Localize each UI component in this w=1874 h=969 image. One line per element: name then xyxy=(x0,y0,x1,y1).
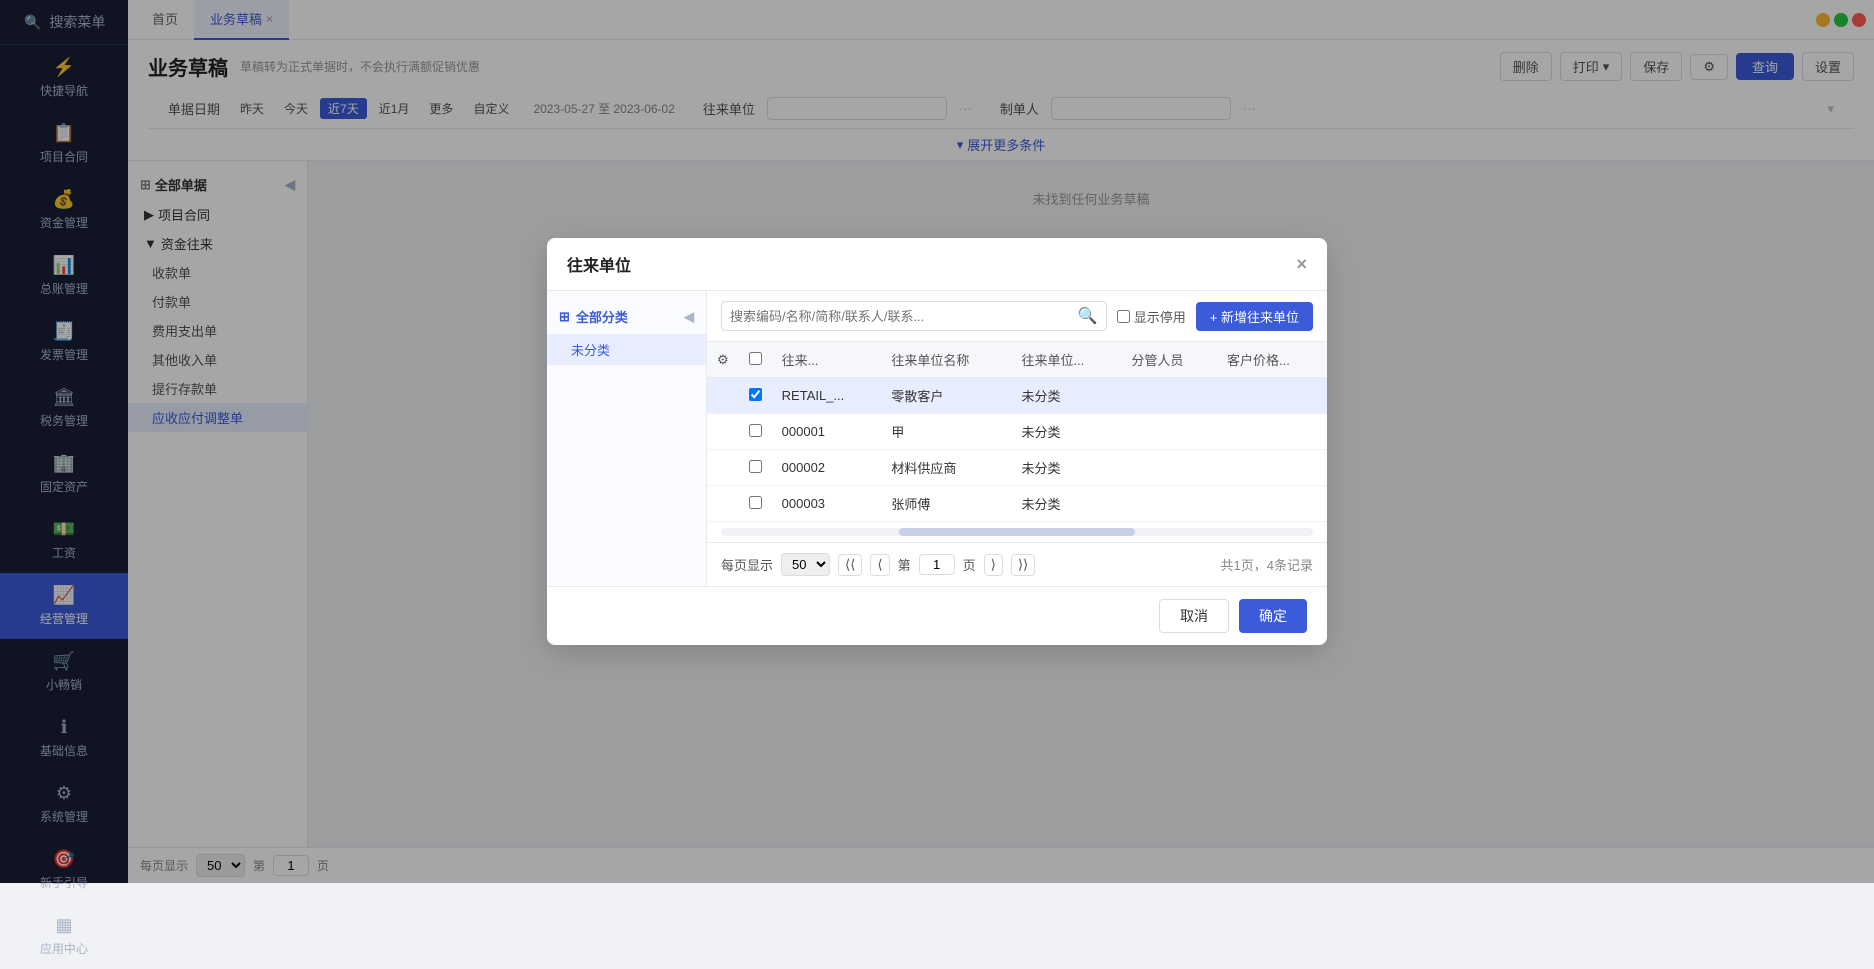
total-info: 共1页，4条记录 xyxy=(1221,555,1313,574)
modal-body: ⊞ 全部分类 ◀ 未分类 🔍 显示停用 xyxy=(547,291,1327,586)
th-settings: ⚙ xyxy=(707,342,739,378)
modal-left-panel: ⊞ 全部分类 ◀ 未分类 xyxy=(547,291,707,586)
row-checkbox[interactable] xyxy=(739,450,772,486)
table-header: ⚙ 往来... 往来单位名称 往来单位... 分管人员 客户价格... xyxy=(707,342,1327,378)
show-disabled-label: 显示停用 xyxy=(1134,307,1186,326)
all-categories-label: 全部分类 xyxy=(576,307,628,326)
select-all-checkbox[interactable] xyxy=(749,352,762,365)
row-name: 张师傅 xyxy=(881,486,1011,522)
partner-modal: 往来单位 × ⊞ 全部分类 ◀ 未分类 🔍 xyxy=(547,238,1327,645)
horizontal-scrollbar[interactable] xyxy=(721,528,1313,536)
row-manager xyxy=(1121,450,1217,486)
th-name[interactable]: 往来单位名称 xyxy=(881,342,1011,378)
modal-overlay: 往来单位 × ⊞ 全部分类 ◀ 未分类 🔍 xyxy=(0,0,1874,883)
row-code: 000001 xyxy=(772,414,882,450)
modal-toolbar: 🔍 显示停用 + 新增往来单位 xyxy=(707,291,1327,342)
row-price xyxy=(1217,486,1327,522)
modal-right-panel: 🔍 显示停用 + 新增往来单位 ⚙ xyxy=(707,291,1327,586)
row-price xyxy=(1217,378,1327,414)
sidebar-item-app-center[interactable]: ▦ 应用中心 xyxy=(0,903,128,969)
th-checkbox xyxy=(739,342,772,378)
partner-table: ⚙ 往来... 往来单位名称 往来单位... 分管人员 客户价格... xyxy=(707,342,1327,522)
scrollbar-thumb xyxy=(899,528,1136,536)
row-name: 材料供应商 xyxy=(881,450,1011,486)
next-page-button[interactable]: ⟩ xyxy=(984,554,1003,576)
show-disabled-toggle[interactable]: 显示停用 xyxy=(1117,307,1186,326)
row-category: 未分类 xyxy=(1011,378,1121,414)
table-row[interactable]: 000002 材料供应商 未分类 xyxy=(707,450,1327,486)
row-category: 未分类 xyxy=(1011,486,1121,522)
table-body: RETAIL_... 零散客户 未分类 000001 甲 xyxy=(707,378,1327,522)
page-label: 第 xyxy=(898,555,911,574)
modal-search-input[interactable] xyxy=(730,309,1072,324)
row-settings xyxy=(707,450,739,486)
page-suffix: 页 xyxy=(963,555,976,574)
all-categories-header[interactable]: ⊞ 全部分类 ◀ xyxy=(547,299,706,334)
modal-table-wrap: ⚙ 往来... 往来单位名称 往来单位... 分管人员 客户价格... xyxy=(707,342,1327,522)
page-size-label: 每页显示 xyxy=(721,555,773,574)
modal-title: 往来单位 xyxy=(567,252,631,276)
sidebar-item-label: 应用中心 xyxy=(40,940,88,957)
row-manager xyxy=(1121,378,1217,414)
th-category[interactable]: 往来单位... xyxy=(1011,342,1121,378)
modal-close-button[interactable]: × xyxy=(1296,254,1307,275)
row-price xyxy=(1217,450,1327,486)
page-number-input[interactable] xyxy=(919,554,955,575)
search-icon-modal: 🔍 xyxy=(1078,306,1098,326)
table-row[interactable]: 000001 甲 未分类 xyxy=(707,414,1327,450)
row-checkbox[interactable] xyxy=(739,486,772,522)
last-page-button[interactable]: ⟩⟩ xyxy=(1011,554,1035,576)
first-page-button[interactable]: ⟨⟨ xyxy=(838,554,862,576)
row-settings xyxy=(707,486,739,522)
modal-search-box: 🔍 xyxy=(721,301,1107,331)
row-code: 000002 xyxy=(772,450,882,486)
th-code[interactable]: 往来... xyxy=(772,342,882,378)
page-size-select[interactable]: 50 xyxy=(781,553,830,576)
row-checkbox[interactable] xyxy=(739,378,772,414)
row-settings xyxy=(707,378,739,414)
table-row[interactable]: 000003 张师傅 未分类 xyxy=(707,486,1327,522)
add-partner-button[interactable]: + 新增往来单位 xyxy=(1196,302,1313,331)
row-code: 000003 xyxy=(772,486,882,522)
row-price xyxy=(1217,414,1327,450)
prev-page-button[interactable]: ⟨ xyxy=(870,554,889,576)
left-panel-collapse-icon[interactable]: ◀ xyxy=(684,309,694,325)
grid-icon-modal: ⊞ xyxy=(559,309,570,325)
row-manager xyxy=(1121,414,1217,450)
row-category: 未分类 xyxy=(1011,414,1121,450)
row-category: 未分类 xyxy=(1011,450,1121,486)
row-manager xyxy=(1121,486,1217,522)
show-disabled-checkbox[interactable] xyxy=(1117,310,1130,323)
table-row[interactable]: RETAIL_... 零散客户 未分类 xyxy=(707,378,1327,414)
row-name: 甲 xyxy=(881,414,1011,450)
row-checkbox[interactable] xyxy=(739,414,772,450)
modal-pagination: 每页显示 50 ⟨⟨ ⟨ 第 页 ⟩ ⟩⟩ 共1页，4条记录 xyxy=(707,542,1327,586)
confirm-button[interactable]: 确定 xyxy=(1239,599,1307,633)
table-header-row: ⚙ 往来... 往来单位名称 往来单位... 分管人员 客户价格... xyxy=(707,342,1327,378)
modal-header: 往来单位 × xyxy=(547,238,1327,291)
app-icon: ▦ xyxy=(55,915,72,936)
uncategorized-item[interactable]: 未分类 xyxy=(547,334,706,365)
modal-actions: 取消 确定 xyxy=(547,586,1327,645)
th-price-level[interactable]: 客户价格... xyxy=(1217,342,1327,378)
row-settings xyxy=(707,414,739,450)
row-code: RETAIL_... xyxy=(772,378,882,414)
cancel-button[interactable]: 取消 xyxy=(1159,599,1229,633)
row-name: 零散客户 xyxy=(881,378,1011,414)
th-manager[interactable]: 分管人员 xyxy=(1121,342,1217,378)
